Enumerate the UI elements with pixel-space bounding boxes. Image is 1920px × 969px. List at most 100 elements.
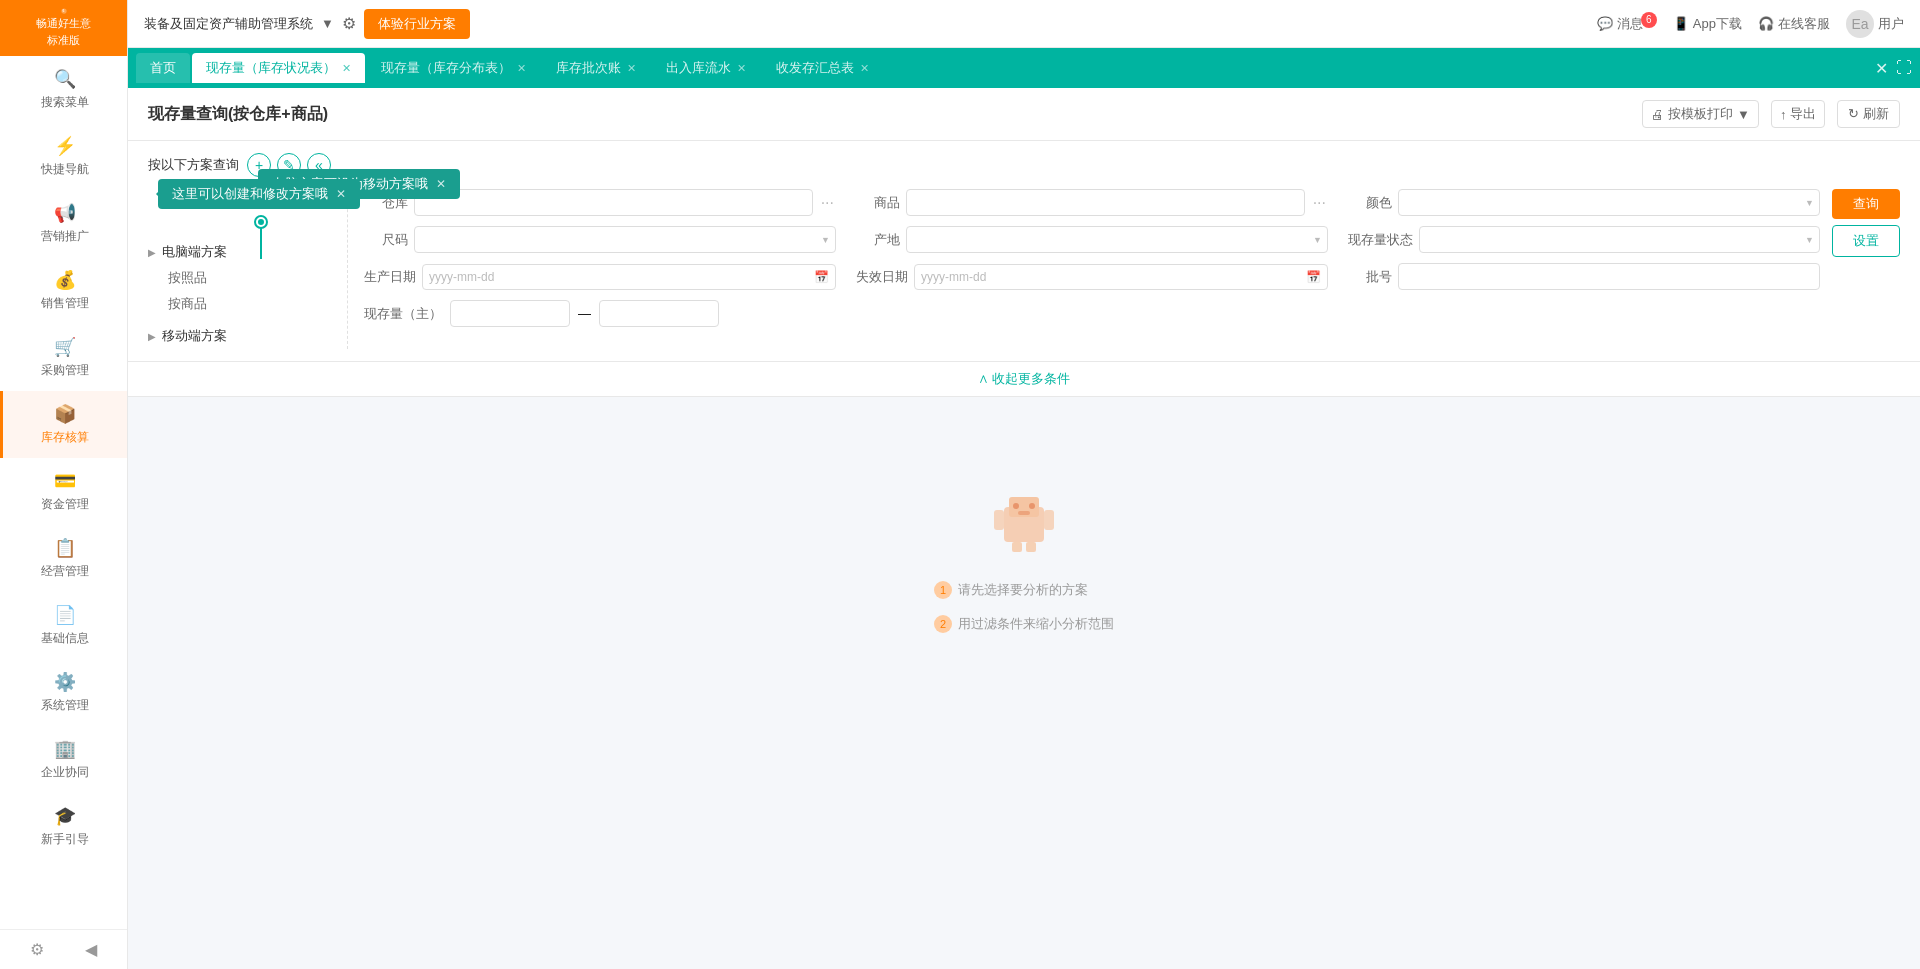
origin-select[interactable] bbox=[906, 226, 1328, 253]
svg-point-4 bbox=[1013, 503, 1019, 509]
sidebar-logo: 6 畅通好生意 标准版 bbox=[0, 0, 127, 56]
collapse-sidebar-icon[interactable]: ◀ bbox=[85, 940, 97, 959]
tab-close-inventory-status[interactable]: ✕ bbox=[342, 62, 351, 75]
sidebar-item-purchase[interactable]: 🛒 采购管理 bbox=[0, 324, 127, 391]
expiry-date-input[interactable]: yyyy-mm-dd 📅 bbox=[914, 264, 1328, 290]
user-item[interactable]: Ea 用户 bbox=[1846, 10, 1904, 38]
enterprise-icon: 🏢 bbox=[54, 738, 76, 760]
reset-button[interactable]: 设置 bbox=[1832, 225, 1900, 257]
export-button[interactable]: ↑ 导出 bbox=[1771, 100, 1826, 128]
sidebar-item-quick-nav[interactable]: ⚡ 快捷导航 bbox=[0, 123, 127, 190]
sidebar-item-basic-info[interactable]: 📄 基础信息 bbox=[0, 592, 127, 659]
online-support-item[interactable]: 🎧 在线客服 bbox=[1758, 15, 1830, 33]
tab-close-collect-summary[interactable]: ✕ bbox=[860, 62, 869, 75]
settings-icon[interactable]: ⚙ bbox=[342, 14, 356, 33]
system-icon: ⚙️ bbox=[54, 671, 76, 693]
sidebar-item-marketing[interactable]: 📢 营销推广 bbox=[0, 190, 127, 257]
sidebar-item-label: 快捷导航 bbox=[41, 161, 89, 178]
filter-grid-row1: 仓库 ··· 商品 ··· bbox=[364, 189, 1820, 216]
sidebar-item-guide[interactable]: 🎓 新手引导 bbox=[0, 793, 127, 860]
app-download-item[interactable]: 📱 App下载 bbox=[1673, 15, 1742, 33]
batch-input[interactable] bbox=[1398, 263, 1820, 290]
sidebar-item-search[interactable]: 🔍 搜索菜单 bbox=[0, 56, 127, 123]
collapse-row[interactable]: ∧ 收起更多条件 bbox=[128, 362, 1920, 397]
tab-close-all-icon[interactable]: ✕ bbox=[1875, 59, 1888, 78]
tab-maximize-icon[interactable]: ⛶ bbox=[1896, 59, 1912, 78]
connector-line bbox=[260, 227, 262, 259]
color-field: 颜色 bbox=[1348, 189, 1820, 216]
logo-icon: 6 bbox=[48, 8, 80, 14]
avatar-initials: Ea bbox=[1851, 16, 1868, 32]
mobile-scheme-item[interactable]: ▶ 移动端方案 bbox=[148, 323, 331, 349]
tab-inventory-status-label: 现存量（库存状况表） bbox=[206, 59, 336, 77]
svg-rect-10 bbox=[1026, 542, 1036, 552]
operations-icon: 📋 bbox=[54, 537, 76, 559]
filter-fields: 仓库 ··· 商品 ··· bbox=[348, 189, 1900, 349]
filter-label: 按以下方案查询 bbox=[148, 156, 239, 174]
notification-item[interactable]: 💬 消息 6 bbox=[1597, 15, 1657, 33]
page-title: 现存量查询(按仓库+商品) bbox=[148, 104, 328, 125]
goods-dots[interactable]: ··· bbox=[1311, 194, 1328, 212]
sidebar-item-label: 经营管理 bbox=[41, 563, 89, 580]
sidebar-item-label: 销售管理 bbox=[41, 295, 89, 312]
expiry-date-calendar-icon[interactable]: 📅 bbox=[1306, 270, 1321, 284]
scheme-sub-item-2[interactable]: 按商品 bbox=[148, 291, 331, 317]
mobile-tree-expand-icon: ▶ bbox=[148, 331, 156, 342]
warehouse-input[interactable] bbox=[414, 189, 813, 216]
scheme-popup-close[interactable]: ✕ bbox=[436, 177, 446, 191]
size-select[interactable] bbox=[414, 226, 836, 253]
tooltip-popup-close[interactable]: ✕ bbox=[336, 187, 346, 201]
empty-illustration bbox=[984, 477, 1064, 557]
scheme-sub-item-1[interactable]: 按照品 bbox=[148, 265, 331, 291]
color-select[interactable] bbox=[1398, 189, 1820, 216]
production-date-calendar-icon[interactable]: 📅 bbox=[814, 270, 829, 284]
finance-icon: 💳 bbox=[54, 470, 76, 492]
tab-inventory-status[interactable]: 现存量（库存状况表） ✕ bbox=[192, 53, 365, 83]
size-select-wrap bbox=[414, 226, 836, 253]
scheme-sub-label-2: 按商品 bbox=[168, 295, 207, 313]
page-header: 现存量查询(按仓库+商品) 🖨 按模板打印 ▼ ↑ 导出 ↻ 刷新 bbox=[128, 88, 1920, 141]
tab-batch-ledger[interactable]: 库存批次账 ✕ bbox=[542, 53, 650, 83]
sidebar-item-system[interactable]: ⚙️ 系统管理 bbox=[0, 659, 127, 726]
stock-status-select[interactable] bbox=[1419, 226, 1820, 253]
tab-inout-flow[interactable]: 出入库流水 ✕ bbox=[652, 53, 760, 83]
content-area: 现存量查询(按仓库+商品) 🖨 按模板打印 ▼ ↑ 导出 ↻ 刷新 bbox=[128, 88, 1920, 969]
desktop-scheme-item[interactable]: ▶ 电脑端方案 bbox=[148, 239, 331, 265]
warehouse-dots[interactable]: ··· bbox=[819, 194, 836, 212]
sidebar-item-enterprise[interactable]: 🏢 企业协同 bbox=[0, 726, 127, 793]
stock-status-select-wrap bbox=[1419, 226, 1820, 253]
query-button[interactable]: 查询 bbox=[1832, 189, 1900, 219]
tab-close-inventory-dist[interactable]: ✕ bbox=[517, 62, 526, 75]
tree-expand-icon: ▶ bbox=[148, 247, 156, 258]
production-date-input[interactable]: yyyy-mm-dd 📅 bbox=[422, 264, 836, 290]
avatar: Ea bbox=[1846, 10, 1874, 38]
settings-bottom-icon[interactable]: ⚙ bbox=[30, 940, 44, 959]
sidebar-item-label: 营销推广 bbox=[41, 228, 89, 245]
tab-close-batch-ledger[interactable]: ✕ bbox=[627, 62, 636, 75]
sidebar-item-finance[interactable]: 💳 资金管理 bbox=[0, 458, 127, 525]
stock-main-from-input[interactable] bbox=[450, 300, 570, 327]
tab-batch-ledger-label: 库存批次账 bbox=[556, 59, 621, 77]
tab-collect-summary[interactable]: 收发存汇总表 ✕ bbox=[762, 53, 883, 83]
mobile-scheme-label: 移动端方案 bbox=[162, 327, 227, 345]
sidebar-item-operations[interactable]: 📋 经营管理 bbox=[0, 525, 127, 592]
app-download-label: App下载 bbox=[1693, 15, 1742, 33]
tab-inventory-dist[interactable]: 现存量（库存分布表） ✕ bbox=[367, 53, 540, 83]
system-dropdown-icon[interactable]: ▼ bbox=[321, 16, 334, 31]
tab-close-inout-flow[interactable]: ✕ bbox=[737, 62, 746, 75]
sidebar-item-sales[interactable]: 💰 销售管理 bbox=[0, 257, 127, 324]
refresh-button[interactable]: ↻ 刷新 bbox=[1837, 100, 1900, 128]
tab-home[interactable]: 首页 bbox=[136, 53, 190, 83]
template-print-button[interactable]: 🖨 按模板打印 ▼ bbox=[1642, 100, 1759, 128]
sidebar-item-inventory[interactable]: 📦 库存核算 bbox=[0, 391, 127, 458]
experience-button[interactable]: 体验行业方案 bbox=[364, 9, 470, 39]
filter-grid-row2: 尺码 产地 bbox=[364, 226, 1820, 253]
stock-main-to-input[interactable] bbox=[599, 300, 719, 327]
svg-rect-6 bbox=[1018, 511, 1030, 515]
goods-input[interactable] bbox=[906, 189, 1305, 216]
headset-icon: 🎧 bbox=[1758, 16, 1774, 31]
phone-icon: 📱 bbox=[1673, 16, 1689, 31]
expiry-date-label: 失效日期 bbox=[856, 268, 908, 286]
empty-step2: 2 用过滤条件来缩小分析范围 bbox=[934, 611, 1114, 637]
system-name: 装备及固定资产辅助管理系统 bbox=[144, 15, 313, 33]
